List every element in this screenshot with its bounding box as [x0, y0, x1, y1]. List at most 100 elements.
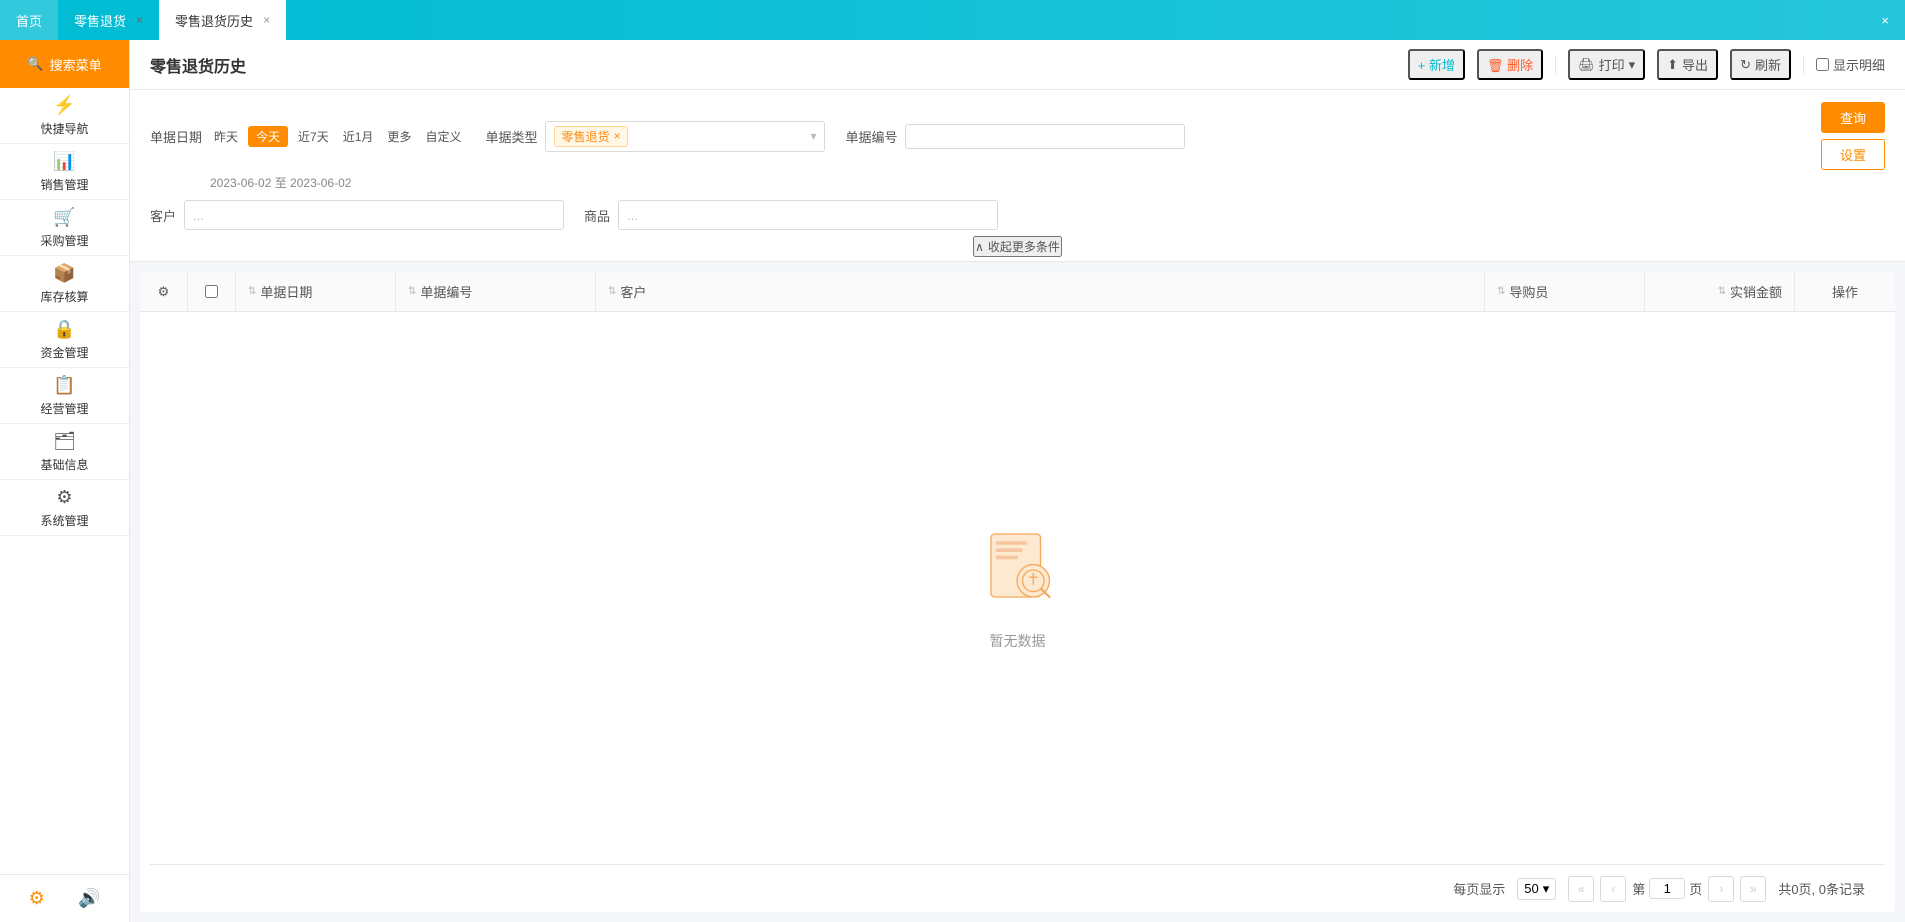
page-nav: « ‹ 第 页 › » — [1568, 876, 1766, 902]
page-label: 第 — [1632, 879, 1645, 898]
refresh-text: 刷新 — [1755, 55, 1781, 74]
tab-retail-return-history[interactable]: 零售退货历史 × — [159, 0, 286, 40]
refresh-button[interactable]: ↻ 刷新 — [1730, 49, 1791, 80]
first-page-btn[interactable]: « — [1568, 876, 1594, 902]
sidebar-bottom: ⚙ 🔊 — [0, 874, 129, 922]
sidebar-item-purchase-mgmt[interactable]: 🛒 采购管理 — [0, 200, 129, 256]
date-btn-today[interactable]: 今天 — [248, 126, 288, 147]
pagination-bar: 每页显示 50 ▾ « ‹ 第 页 › » 共0页, 0条记录 — [150, 864, 1885, 912]
date-btn-7days[interactable]: 近7天 — [294, 126, 333, 147]
setting-button[interactable]: 设置 — [1821, 139, 1885, 170]
table-header: ⚙ ⇅ 单据日期 ⇅ 单据编号 ⇅ 客户 ⇅ — [140, 272, 1895, 312]
th-billno[interactable]: ⇅ 单据编号 — [396, 272, 596, 311]
sys-mgmt-icon: ⚙ — [56, 487, 72, 508]
volume-icon[interactable]: 🔊 — [78, 888, 100, 909]
sort-icon-guide: ⇅ — [1497, 286, 1505, 297]
sidebar-item-inventory-calc[interactable]: 📦 库存核算 — [0, 256, 129, 312]
sidebar-item-basic-info[interactable]: 🗂 基础信息 — [0, 424, 129, 480]
main-layout: 🔍 搜索菜单 ⚡ 快捷导航 📊 销售管理 🛒 采购管理 📦 库存核算 🔒 — [0, 40, 1905, 922]
sidebar-item-fund-mgmt[interactable]: 🔒 资金管理 — [0, 312, 129, 368]
export-icon: ⬆ — [1667, 57, 1678, 73]
biz-mgmt-icon: 📋 — [53, 375, 75, 396]
sort-icon-customer: ⇅ — [608, 286, 616, 297]
th-guide-label: 导购员 — [1509, 282, 1548, 301]
export-button[interactable]: ⬆ 导出 — [1657, 49, 1718, 80]
date-btn-custom[interactable]: 自定义 — [421, 126, 465, 147]
add-button[interactable]: + 新增 — [1408, 49, 1465, 80]
sort-icon-billno: ⇅ — [408, 286, 416, 297]
th-customer[interactable]: ⇅ 客户 — [596, 272, 1485, 311]
filter-section: 单据日期 昨天 今天 近7天 近1月 更多 自定义 单据类型 — [130, 90, 1905, 262]
page-size-label: 每页显示 — [1453, 879, 1505, 898]
th-billno-label: 单据编号 — [420, 282, 472, 301]
search-icon: 🔍 — [27, 56, 43, 72]
date-btn-1month[interactable]: 近1月 — [339, 126, 378, 147]
th-action-label: 操作 — [1832, 282, 1858, 301]
date-filters: 昨天 今天 近7天 近1月 更多 自定义 — [210, 126, 465, 147]
bill-type-label: 单据类型 — [485, 127, 537, 146]
customer-select[interactable]: ... — [184, 200, 564, 230]
sidebar-item-sales-mgmt[interactable]: 📊 销售管理 — [0, 144, 129, 200]
sidebar-item-sys-mgmt[interactable]: ⚙ 系统管理 — [0, 480, 129, 536]
sidebar-item-biz-mgmt-label: 经营管理 — [40, 400, 88, 417]
goods-select[interactable]: ... — [618, 200, 998, 230]
sidebar-menu: ⚡ 快捷导航 📊 销售管理 🛒 采购管理 📦 库存核算 🔒 资金管理 📋 — [0, 88, 129, 874]
tab-home[interactable]: 首页 — [0, 0, 58, 40]
delete-button[interactable]: 🗑 删除 — [1477, 49, 1543, 80]
th-amount[interactable]: ⇅ 实销金额 — [1645, 272, 1795, 311]
bill-no-input[interactable] — [905, 124, 1185, 149]
sales-mgmt-icon: 📊 — [53, 151, 75, 172]
tab-retail-return-close[interactable]: × — [136, 13, 143, 27]
empty-text: 暂无数据 — [990, 631, 1046, 651]
last-page-btn[interactable]: » — [1740, 876, 1766, 902]
refresh-icon: ↻ — [1740, 57, 1751, 73]
th-checkbox[interactable] — [188, 272, 236, 311]
bill-type-tag-close[interactable]: × — [613, 129, 620, 143]
sidebar: 🔍 搜索菜单 ⚡ 快捷导航 📊 销售管理 🛒 采购管理 📦 库存核算 🔒 — [0, 40, 130, 922]
show-detail-checkbox-label[interactable]: 显示明细 — [1816, 55, 1885, 74]
settings-bottom-icon[interactable]: ⚙ — [29, 888, 45, 909]
top-bar-close[interactable]: × — [1881, 13, 1905, 28]
print-button[interactable]: 🖨 🖨 打印 打印 ▾ — [1568, 49, 1645, 80]
total-info: 共0页, 0条记录 — [1778, 879, 1865, 898]
sidebar-item-biz-mgmt[interactable]: 📋 经营管理 — [0, 368, 129, 424]
page-unit-label: 页 — [1689, 879, 1702, 898]
sidebar-item-basic-info-label: 基础信息 — [40, 456, 88, 473]
th-settings[interactable]: ⚙ — [140, 272, 188, 311]
page-info: 第 页 — [1632, 878, 1702, 899]
export-text: 导出 — [1682, 55, 1708, 74]
empty-icon — [973, 525, 1063, 615]
sidebar-item-sys-mgmt-label: 系统管理 — [40, 512, 88, 529]
date-btn-yesterday[interactable]: 昨天 — [210, 126, 242, 147]
table-area: ⚙ ⇅ 单据日期 ⇅ 单据编号 ⇅ 客户 ⇅ — [140, 272, 1895, 912]
select-all-checkbox[interactable] — [205, 285, 218, 298]
tab-retail-return-history-label: 零售退货历史 — [175, 11, 253, 30]
tab-retail-return-history-close[interactable]: × — [263, 13, 270, 27]
customer-label: 客户 — [150, 206, 176, 225]
sidebar-item-quick-nav[interactable]: ⚡ 快捷导航 — [0, 88, 129, 144]
collapse-button[interactable]: ∧ 收起更多条件 — [973, 236, 1062, 257]
prev-page-btn[interactable]: ‹ — [1600, 876, 1626, 902]
toolbar-actions: + 新增 🗑 删除 🖨 🖨 打印 打印 ▾ ⬆ 导出 ↻ 刷新 — [1408, 49, 1885, 80]
th-date[interactable]: ⇅ 单据日期 — [236, 272, 396, 311]
page-size-select[interactable]: 50 ▾ — [1517, 878, 1556, 900]
th-action: 操作 — [1795, 272, 1895, 311]
collapse-label: 收起更多条件 — [988, 238, 1060, 255]
th-guide[interactable]: ⇅ 导购员 — [1485, 272, 1645, 311]
next-page-btn[interactable]: › — [1708, 876, 1734, 902]
bill-type-tag-value: 零售退货 — [561, 128, 609, 145]
query-button[interactable]: 查询 — [1821, 102, 1885, 133]
sort-icon-date: ⇅ — [248, 286, 256, 297]
sidebar-search-label: 搜索菜单 — [50, 55, 102, 74]
sidebar-search[interactable]: 🔍 搜索菜单 — [0, 40, 129, 88]
date-btn-more[interactable]: 更多 — [383, 126, 415, 147]
empty-state: 暂无数据 — [140, 312, 1895, 864]
inventory-calc-icon: 📦 — [53, 263, 75, 284]
bill-type-tag: 零售退货 × — [554, 126, 627, 147]
page-number-input[interactable] — [1649, 878, 1685, 899]
bill-type-select[interactable]: 零售退货 × ▾ — [545, 121, 825, 152]
basic-info-icon: 🗂 — [53, 431, 76, 452]
tab-bar: 首页 零售退货 × 零售退货历史 × — [0, 0, 1881, 40]
show-detail-checkbox[interactable] — [1816, 58, 1829, 71]
tab-retail-return[interactable]: 零售退货 × — [58, 0, 159, 40]
